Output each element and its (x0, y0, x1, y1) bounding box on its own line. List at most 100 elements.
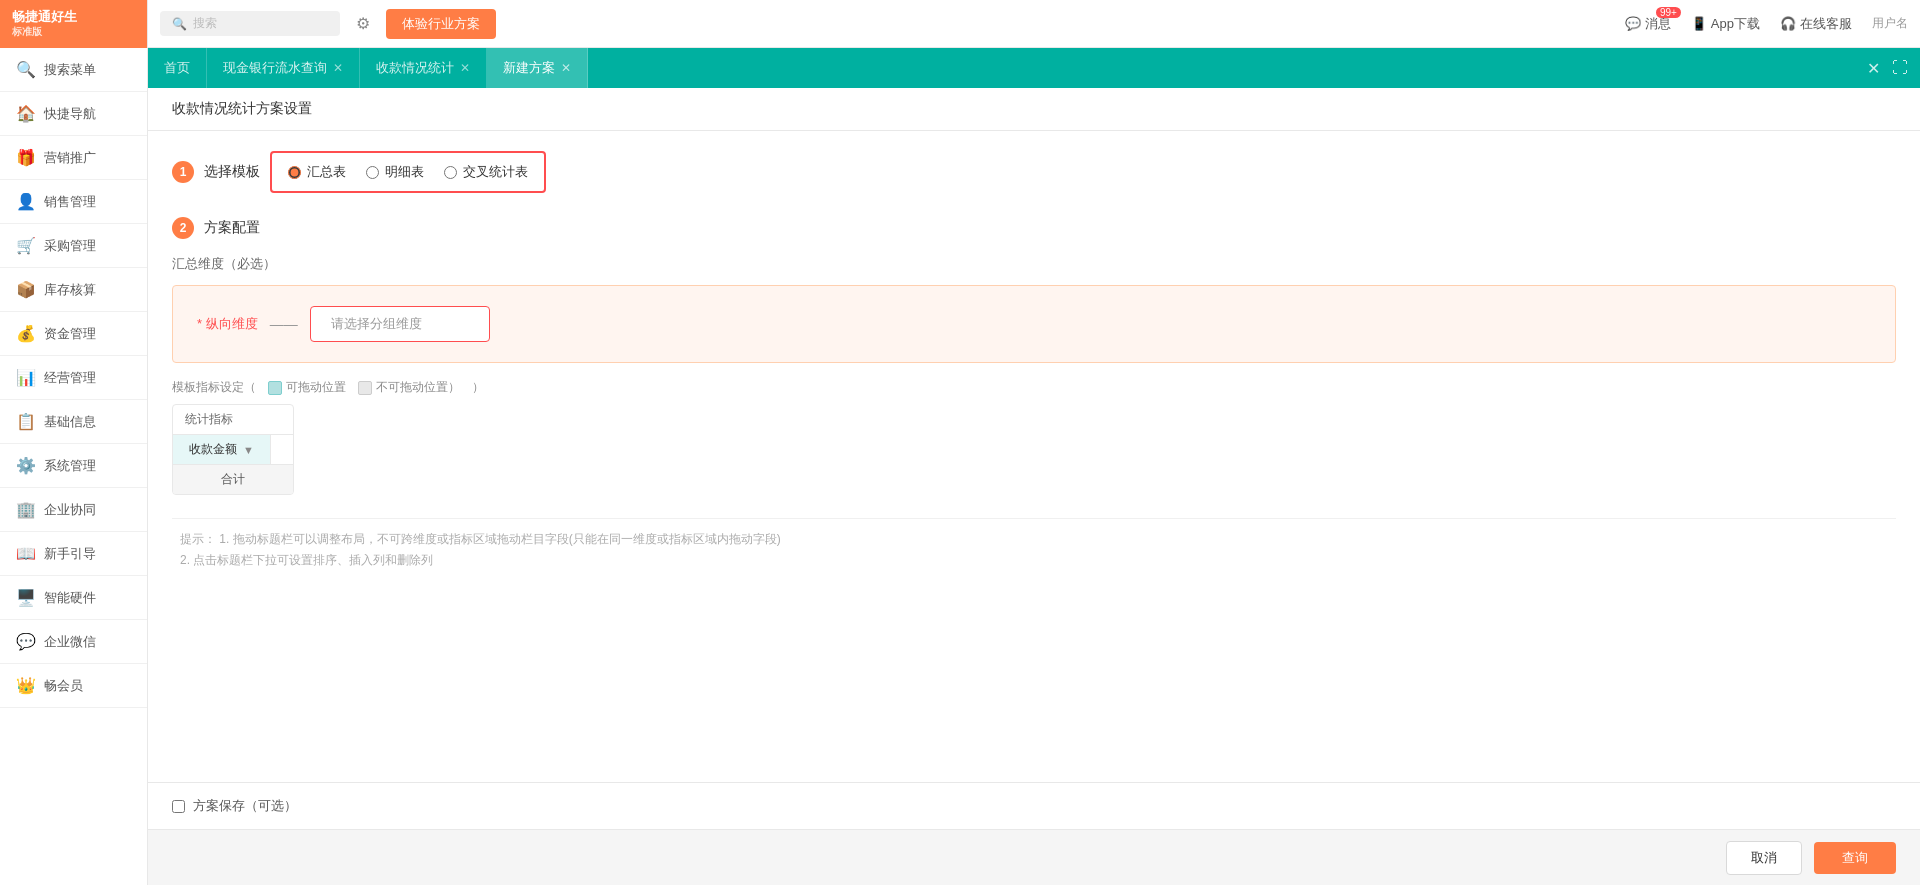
sidebar-item-member[interactable]: 👑 畅会员 (0, 664, 147, 708)
notification-btn[interactable]: 💬 消息 99+ (1625, 15, 1671, 33)
sidebar-item-label: 搜索菜单 (44, 61, 96, 79)
tip-1: 提示： 1. 拖动标题栏可以调整布局，不可跨维度或指标区域拖动栏目字段(只能在同… (172, 531, 1896, 548)
tab-bank-query[interactable]: 现金银行流水查询 ✕ (207, 48, 360, 88)
sidebar-item-label: 销售管理 (44, 193, 96, 211)
settings-icon[interactable]: ⚙ (356, 14, 370, 33)
metrics-table: 统计指标 收款金额 ▼ 合计 (172, 404, 294, 495)
save-checkbox[interactable] (172, 800, 185, 813)
crown-icon: 👑 (16, 676, 36, 695)
dimension-group-title: 汇总维度（必选） (172, 255, 1896, 273)
industry-btn[interactable]: 体验行业方案 (386, 9, 496, 39)
sidebar-item-smart-hw[interactable]: 🖥️ 智能硬件 (0, 576, 147, 620)
tip-2: 2. 点击标题栏下拉可设置排序、插入列和删除列 (172, 552, 1896, 569)
download-label: App下载 (1711, 15, 1760, 33)
sidebar-item-corp-collab[interactable]: 🏢 企业协同 (0, 488, 147, 532)
message-icon: 💬 (1625, 16, 1641, 31)
sidebar-item-purchase[interactable]: 🛒 采购管理 (0, 224, 147, 268)
sidebar-item-label: 经营管理 (44, 369, 96, 387)
radio-summary[interactable]: 汇总表 (288, 163, 346, 181)
sidebar-item-finance[interactable]: 💰 资金管理 (0, 312, 147, 356)
sidebar-item-marketing[interactable]: 🎁 营销推广 (0, 136, 147, 180)
template-selector: 汇总表 明细表 交叉统计表 (270, 151, 546, 193)
tab-new-plan[interactable]: 新建方案 ✕ (487, 48, 588, 88)
sidebar-item-wechat[interactable]: 💬 企业微信 (0, 620, 147, 664)
metrics-label: 模板指标设定（ (172, 379, 256, 396)
metric-amount-label: 收款金额 (189, 441, 237, 458)
sidebar-logo: 畅捷通好生 标准版 (0, 0, 147, 48)
radio-detail-input[interactable] (366, 166, 379, 179)
sidebar-item-inventory[interactable]: 📦 库存核算 (0, 268, 147, 312)
tab-new-plan-close[interactable]: ✕ (561, 61, 571, 75)
building-icon: 🏢 (16, 500, 36, 519)
tab-home-label: 首页 (164, 59, 190, 77)
online-service-btn[interactable]: 🎧 在线客服 (1780, 15, 1852, 33)
arrow-icon: —— (270, 316, 298, 332)
radio-summary-label: 汇总表 (307, 163, 346, 181)
sidebar-item-system[interactable]: ⚙️ 系统管理 (0, 444, 147, 488)
tab-new-plan-label: 新建方案 (503, 59, 555, 77)
cancel-button[interactable]: 取消 (1726, 841, 1802, 875)
tab-stats[interactable]: 收款情况统计 ✕ (360, 48, 487, 88)
not-draggable-hint-label: 不可拖动位置） (376, 379, 460, 396)
notification-badge: 99+ (1656, 7, 1681, 18)
vertical-label: * 纵向维度 (197, 315, 258, 333)
service-icon: 🎧 (1780, 16, 1796, 31)
page-header: 收款情况统计方案设置 (148, 88, 1920, 131)
logo-text: 畅捷通好生 (12, 9, 77, 25)
dimension-area: * 纵向维度 —— 请选择分组维度 (172, 285, 1896, 363)
tabbar-actions: ✕ ⛶ (1855, 48, 1920, 88)
radio-summary-input[interactable] (288, 166, 301, 179)
radio-detail-label: 明细表 (385, 163, 424, 181)
sidebar-item-label: 智能硬件 (44, 589, 96, 607)
topbar: 🔍 搜索 ⚙ 体验行业方案 💬 消息 99+ 📱 App下载 🎧 在线客服 用户… (148, 0, 1920, 48)
sidebar-item-label: 快捷导航 (44, 105, 96, 123)
home-icon: 🏠 (16, 104, 36, 123)
metric-dropdown-icon[interactable]: ▼ (243, 444, 254, 456)
metrics-section: 模板指标设定（ 可拖动位置 不可拖动位置） ） 统计指标 (172, 379, 1896, 498)
sidebar-item-label: 基础信息 (44, 413, 96, 431)
sidebar-item-operation[interactable]: 📊 经营管理 (0, 356, 147, 400)
cart-icon: 🛒 (16, 236, 36, 255)
tab-bank-query-close[interactable]: ✕ (333, 61, 343, 75)
form-area: 1 选择模板 汇总表 明细表 (148, 131, 1920, 782)
user-name: 用户名 (1872, 15, 1908, 32)
query-button[interactable]: 查询 (1814, 842, 1896, 874)
metric-cell-amount[interactable]: 收款金额 ▼ (173, 435, 271, 464)
monitor-icon: 🖥️ (16, 588, 36, 607)
sidebar-item-search-menu[interactable]: 🔍 搜索菜单 (0, 48, 147, 92)
radio-cross-input[interactable] (444, 166, 457, 179)
topbar-right: 💬 消息 99+ 📱 App下载 🎧 在线客服 用户名 (1625, 15, 1908, 33)
tab-stats-close[interactable]: ✕ (460, 61, 470, 75)
sidebar-item-label: 资金管理 (44, 325, 96, 343)
app-download-btn[interactable]: 📱 App下载 (1691, 15, 1760, 33)
sidebar-item-sales[interactable]: 👤 销售管理 (0, 180, 147, 224)
service-label: 在线客服 (1800, 15, 1852, 33)
radio-cross[interactable]: 交叉统计表 (444, 163, 528, 181)
tab-bank-query-label: 现金银行流水查询 (223, 59, 327, 77)
tab-home[interactable]: 首页 (148, 48, 207, 88)
section2-num: 2 (172, 217, 194, 239)
metrics-row: 收款金额 ▼ (173, 435, 293, 464)
sidebar-item-label: 营销推广 (44, 149, 96, 167)
sidebar-item-quick-nav[interactable]: 🏠 快捷导航 (0, 92, 147, 136)
tab-close-all-icon[interactable]: ✕ (1867, 59, 1880, 78)
clipboard-icon: 📋 (16, 412, 36, 431)
total-cell: 合计 (173, 464, 293, 494)
dimension-select[interactable]: 请选择分组维度 (310, 306, 490, 342)
tab-expand-icon[interactable]: ⛶ (1892, 59, 1908, 77)
radio-detail[interactable]: 明细表 (366, 163, 424, 181)
sidebar-item-label: 新手引导 (44, 545, 96, 563)
radio-cross-label: 交叉统计表 (463, 163, 528, 181)
book-icon: 📖 (16, 544, 36, 563)
sidebar-item-label: 系统管理 (44, 457, 96, 475)
section-template: 1 选择模板 汇总表 明细表 (172, 151, 1896, 193)
section1-num: 1 (172, 161, 194, 183)
sidebar-item-label: 采购管理 (44, 237, 96, 255)
sidebar: 畅捷通好生 标准版 🔍 搜索菜单 🏠 快捷导航 🎁 营销推广 👤 销售管理 🛒 … (0, 0, 148, 885)
sidebar-item-basic-info[interactable]: 📋 基础信息 (0, 400, 147, 444)
topbar-search-box[interactable]: 🔍 搜索 (160, 11, 340, 36)
tips-area: 提示： 1. 拖动标题栏可以调整布局，不可跨维度或指标区域拖动栏目字段(只能在同… (172, 518, 1896, 585)
not-draggable-hint-box (358, 381, 372, 395)
draggable-hint-box (268, 381, 282, 395)
sidebar-item-newbie[interactable]: 📖 新手引导 (0, 532, 147, 576)
